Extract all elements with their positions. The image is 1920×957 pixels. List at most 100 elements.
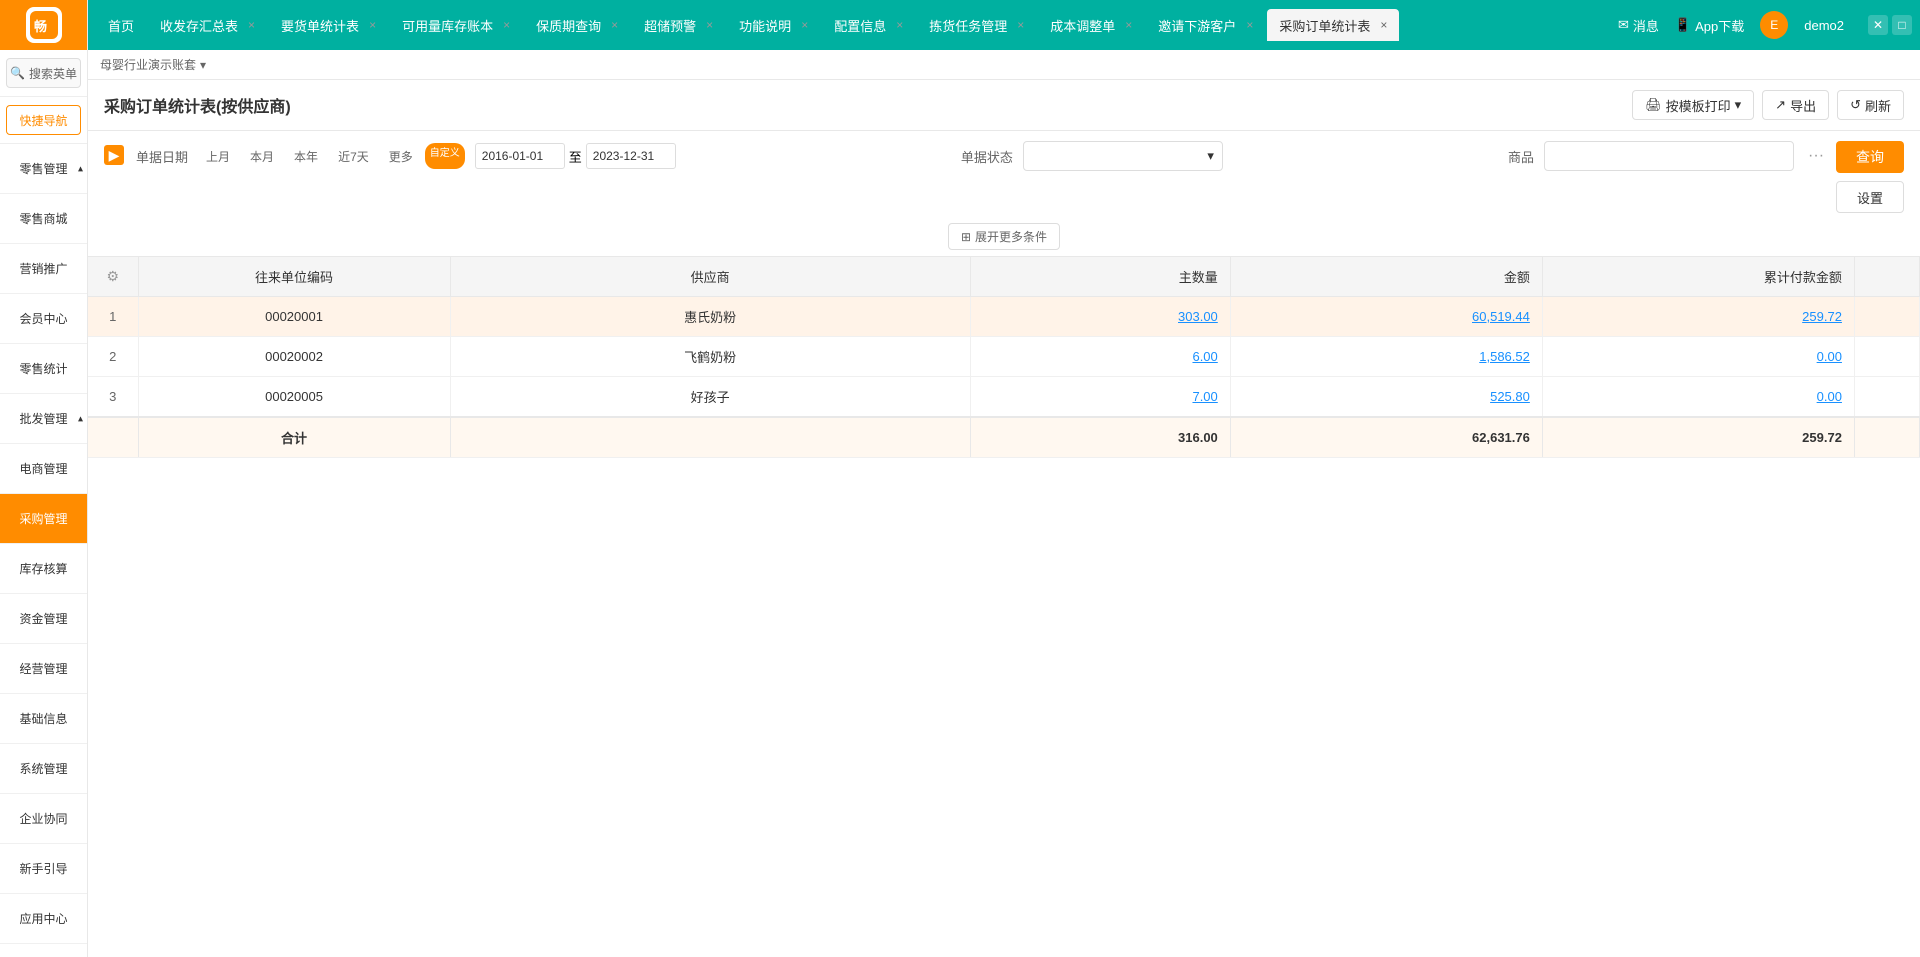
settings-button[interactable]: 设置	[1836, 181, 1904, 213]
sidebar-item-label: 会员中心	[19, 310, 67, 327]
row-supplier: 惠氏奶粉	[450, 297, 970, 337]
tab-close-config-info[interactable]: ×	[896, 18, 903, 32]
tab-config-info[interactable]: 配置信息 ×	[822, 9, 915, 41]
date-btn-7days[interactable]: 近7天	[330, 143, 377, 169]
filter-toggle-button[interactable]: ▶	[104, 145, 124, 165]
sidebar-item-label: 应用中心	[19, 910, 67, 927]
tab-goods-stats[interactable]: 要货单统计表 ×	[269, 9, 388, 41]
status-select[interactable]: ▾	[1023, 141, 1223, 171]
date-from-input[interactable]	[475, 143, 565, 169]
row-paid-link[interactable]: 259.72	[1802, 309, 1842, 324]
search-button[interactable]: 🔍 搜索英单	[6, 58, 81, 88]
tab-close-cost-adjust[interactable]: ×	[1125, 18, 1132, 32]
row-amount-link[interactable]: 525.80	[1490, 389, 1530, 404]
goods-label: 商品	[1508, 147, 1534, 166]
row-amount-link[interactable]: 60,519.44	[1472, 309, 1530, 324]
date-to-input[interactable]	[586, 143, 676, 169]
sidebar-item-operations[interactable]: 经营管理	[0, 644, 87, 694]
footer-row: 合计 316.00 62,631.76 259.72	[88, 417, 1920, 458]
row-paid-link[interactable]: 0.00	[1817, 349, 1842, 364]
sidebar-item-marketing[interactable]: 营销推广	[0, 244, 87, 294]
sidebar-item-member[interactable]: 会员中心	[0, 294, 87, 344]
date-btn-this-month[interactable]: 本月	[242, 143, 282, 169]
row-amount-link[interactable]: 1,586.52	[1479, 349, 1530, 364]
print-button[interactable]: 🖨 按模板打印 ▾	[1632, 90, 1754, 120]
tab-cost-adjust[interactable]: 成本调整单 ×	[1038, 9, 1144, 41]
page-header: 采购订单统计表(按供应商) 🖨 按模板打印 ▾ ↗ 导出 ↺ 刷新	[88, 80, 1920, 131]
tab-close-overstock-alert[interactable]: ×	[706, 18, 713, 32]
quick-nav-button[interactable]: 快捷导航	[6, 105, 81, 135]
message-icon: ✉	[1618, 17, 1629, 33]
sidebar-item-retail-mgmt[interactable]: 零售管理▴	[0, 144, 87, 194]
column-settings-icon[interactable]: ⚙	[106, 268, 119, 284]
header-actions: 🖨 按模板打印 ▾ ↗ 导出 ↺ 刷新	[1632, 90, 1904, 130]
sidebar-item-ecommerce[interactable]: 电商管理	[0, 444, 87, 494]
tab-close-expiry-query[interactable]: ×	[611, 18, 618, 32]
app-download-button[interactable]: 📱 App下载	[1675, 16, 1744, 35]
sidebar-item-basic-info[interactable]: 基础信息	[0, 694, 87, 744]
row-extra	[1854, 377, 1919, 418]
tab-home[interactable]: 首页	[96, 9, 146, 41]
window-maximize-button[interactable]: □	[1892, 15, 1912, 35]
breadcrumb-select[interactable]: 母婴行业演示账套 ▾	[100, 56, 206, 73]
sidebar-item-app-center[interactable]: 应用中心	[0, 894, 87, 944]
sidebar-item-label: 零售管理	[19, 160, 67, 177]
row-qty-link[interactable]: 7.00	[1192, 389, 1217, 404]
tab-pick-task[interactable]: 拣货任务管理 ×	[917, 9, 1036, 41]
row-qty-link[interactable]: 303.00	[1178, 309, 1218, 324]
date-btn-more[interactable]: 更多	[381, 143, 421, 169]
export-button[interactable]: ↗ 导出	[1762, 90, 1829, 120]
col-header-supplier: 供应商	[450, 257, 970, 297]
sidebar-item-enterprise-wx[interactable]: 企业微信	[0, 944, 87, 957]
goods-more-icon[interactable]: ···	[1808, 147, 1824, 165]
tab-close-receive-send[interactable]: ×	[248, 18, 255, 32]
row-paid-link[interactable]: 0.00	[1817, 389, 1842, 404]
sidebar-item-purchase[interactable]: 采购管理	[0, 494, 87, 544]
tab-available-stock[interactable]: 可用量库存账本 ×	[390, 9, 522, 41]
sidebar-item-enterprise[interactable]: 企业协同	[0, 794, 87, 844]
date-btn-this-year[interactable]: 本年	[286, 143, 326, 169]
sidebar-item-new-guide[interactable]: 新手引导	[0, 844, 87, 894]
sidebar-item-label: 零售统计	[19, 360, 67, 377]
sidebar-item-retail-shop[interactable]: 零售商城	[0, 194, 87, 244]
tab-close-pick-task[interactable]: ×	[1017, 18, 1024, 32]
message-button[interactable]: ✉ 消息	[1618, 16, 1659, 35]
col-header-amount: 金额	[1230, 257, 1542, 297]
tab-purchase-stats[interactable]: 采购订单统计表 ×	[1267, 9, 1399, 41]
window-close-button[interactable]: ✕	[1868, 15, 1888, 35]
row-qty-link[interactable]: 6.00	[1192, 349, 1217, 364]
app-download-label: App下载	[1695, 16, 1744, 35]
refresh-button[interactable]: ↺ 刷新	[1837, 90, 1904, 120]
row-num: 2	[88, 337, 138, 377]
date-btn-last-month[interactable]: 上月	[198, 143, 238, 169]
user-avatar[interactable]: E	[1760, 11, 1788, 39]
tab-receive-send[interactable]: 收发存汇总表 ×	[148, 9, 267, 41]
tab-close-available-stock[interactable]: ×	[503, 18, 510, 32]
sidebar-item-finance[interactable]: 资金管理	[0, 594, 87, 644]
print-dropdown-icon: ▾	[1735, 97, 1742, 113]
tab-overstock-alert[interactable]: 超储预警 ×	[632, 9, 725, 41]
row-code: 00020001	[138, 297, 450, 337]
row-extra	[1854, 297, 1919, 337]
tab-func-desc[interactable]: 功能说明 ×	[727, 9, 820, 41]
tab-close-purchase-stats[interactable]: ×	[1380, 18, 1387, 32]
tab-close-invite-downstream[interactable]: ×	[1246, 18, 1253, 32]
sidebar-item-wholesale[interactable]: 批发管理▴	[0, 394, 87, 444]
date-range: 至	[475, 143, 676, 169]
tab-invite-downstream[interactable]: 邀请下游客户 ×	[1146, 9, 1265, 41]
quick-nav-label: 快捷导航	[19, 112, 67, 129]
sidebar-item-inventory[interactable]: 库存核算	[0, 544, 87, 594]
user-name: demo2	[1804, 18, 1844, 33]
tab-close-func-desc[interactable]: ×	[801, 18, 808, 32]
app-download-icon: 📱	[1675, 17, 1691, 33]
expand-conditions-button[interactable]: ⊞ 展开更多条件	[948, 223, 1060, 250]
tab-expiry-query[interactable]: 保质期查询 ×	[524, 9, 630, 41]
sidebar-item-sys-mgmt[interactable]: 系统管理	[0, 744, 87, 794]
expand-label: 展开更多条件	[975, 228, 1047, 245]
sidebar-item-label: 资金管理	[19, 610, 67, 627]
tab-close-goods-stats[interactable]: ×	[369, 18, 376, 32]
footer-empty1	[88, 417, 138, 458]
query-button[interactable]: 查询	[1836, 141, 1904, 173]
sidebar-item-retail-stats[interactable]: 零售统计	[0, 344, 87, 394]
goods-input[interactable]	[1544, 141, 1794, 171]
